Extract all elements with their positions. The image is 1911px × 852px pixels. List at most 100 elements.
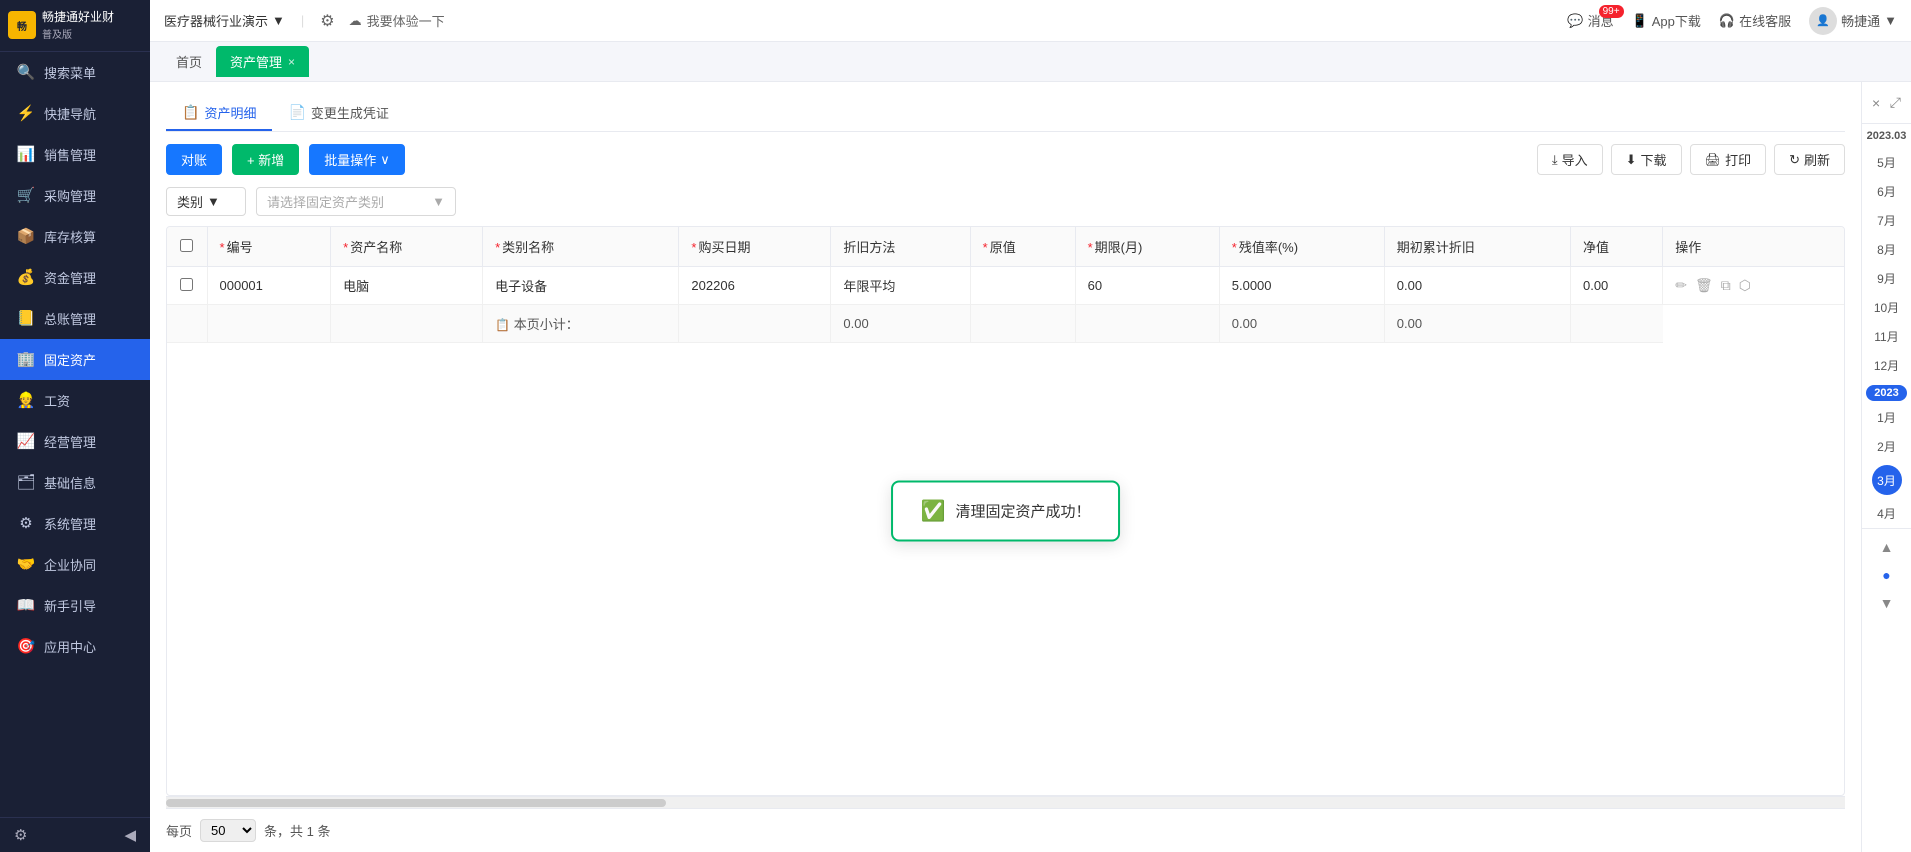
scrollbar-thumb[interactable]: [166, 799, 666, 807]
more-row-icon[interactable]: ⬡: [1739, 277, 1751, 294]
tab-close-icon[interactable]: ×: [288, 55, 295, 69]
table-header-checkbox[interactable]: [167, 227, 207, 267]
month-item-8[interactable]: 8月: [1862, 235, 1911, 264]
month-item-11[interactable]: 11月: [1862, 322, 1911, 351]
search-menu-icon: 🔍: [16, 63, 36, 81]
sidebar-item-system[interactable]: ⚙ 系统管理: [0, 503, 150, 544]
sidebar-item-finance[interactable]: 💰 资金管理: [0, 257, 150, 298]
right-panel-close-icon[interactable]: ×: [1868, 91, 1884, 115]
customer-service-button[interactable]: 🎧 在线客服: [1719, 11, 1791, 30]
messages-button[interactable]: 💬 消息 99+: [1567, 11, 1613, 30]
sidebar-item-search[interactable]: 🔍 搜索菜单: [0, 52, 150, 93]
content-area: 📋 资产明细 📄 变更生成凭证 对账 + 新增 批量操作 ∨: [150, 82, 1911, 852]
month-item-12[interactable]: 12月: [1862, 351, 1911, 380]
category-select[interactable]: 类别 ▼: [166, 187, 246, 216]
sidebar-item-inventory[interactable]: 📦 库存核算: [0, 216, 150, 257]
table-row: 000001 电脑 电子设备 202206 年限平均 60 5.0000 0.0…: [167, 267, 1844, 305]
edit-row-icon[interactable]: ✏: [1675, 277, 1687, 294]
collapse-sidebar-icon[interactable]: ◀: [124, 826, 136, 844]
month-item-6[interactable]: 6月: [1862, 177, 1911, 206]
month-item-7[interactable]: 7月: [1862, 206, 1911, 235]
sidebar-item-label: 应用中心: [44, 637, 96, 656]
panel-up-icon[interactable]: ▲: [1876, 535, 1898, 559]
tabbar: 首页 资产管理 ×: [150, 42, 1911, 82]
system-icon: ⚙: [16, 514, 36, 532]
sidebar-footer: ⚙ ◀: [0, 817, 150, 852]
reconcile-button[interactable]: 对账: [166, 144, 222, 175]
col-category: *类别名称: [483, 227, 679, 267]
message-icon: 💬: [1567, 13, 1583, 29]
sidebar-item-guide[interactable]: 📖 新手引导: [0, 585, 150, 626]
refresh-button[interactable]: ↻ 刷新: [1774, 144, 1845, 175]
sidebar-item-quick-nav[interactable]: ⚡ 快捷导航: [0, 93, 150, 134]
panel-circle-icon[interactable]: ●: [1878, 563, 1894, 587]
col-depreciation: 折旧方法: [831, 227, 970, 267]
print-button[interactable]: 🖨 打印: [1690, 144, 1767, 175]
quick-nav-icon: ⚡: [16, 104, 36, 122]
payroll-icon: 👷: [16, 391, 36, 409]
settings-footer-icon[interactable]: ⚙: [14, 826, 27, 844]
experience-button[interactable]: ☁ 我要体验一下: [349, 11, 445, 30]
month-item-9[interactable]: 9月: [1862, 264, 1911, 293]
download-label: 下载: [1641, 150, 1667, 169]
app-download-button[interactable]: 📱 App下载: [1632, 11, 1701, 30]
per-page-label: 每页: [166, 821, 192, 840]
delete-row-icon[interactable]: 🗑: [1695, 277, 1713, 294]
sidebar-item-app-center[interactable]: 🎯 应用中心: [0, 626, 150, 667]
sidebar-item-payroll[interactable]: 👷 工资: [0, 380, 150, 421]
per-page-select[interactable]: 50 10 20 100: [200, 819, 256, 842]
main-area: 医疗器械行业演示 ▼ | ⚙ ☁ 我要体验一下 💬 消息 99+ 📱 App下载…: [150, 0, 1911, 852]
batch-button[interactable]: 批量操作 ∨: [309, 144, 405, 175]
right-panel-year-label: 2023.03: [1867, 124, 1907, 148]
subtab-change-voucher[interactable]: 📄 变更生成凭证: [272, 96, 404, 131]
sidebar-item-basic-info[interactable]: 🗂 基础信息: [0, 462, 150, 503]
sidebar-item-ledger[interactable]: 📒 总账管理: [0, 298, 150, 339]
sidebar: 畅 畅捷通好业财 普及版 🔍 搜索菜单 ⚡ 快捷导航 📊 销售管理 🛒 采购管理…: [0, 0, 150, 852]
right-panel-expand-icon[interactable]: ⤢: [1886, 90, 1905, 115]
download-icon: ⬇: [1626, 152, 1637, 168]
select-all-checkbox[interactable]: [180, 239, 193, 252]
company-name: 医疗器械行业演示: [164, 11, 268, 30]
month-item-2[interactable]: 2月: [1862, 432, 1911, 461]
panel-down-icon[interactable]: ▼: [1876, 591, 1898, 615]
category-label: 类别: [177, 192, 203, 211]
company-selector[interactable]: 医疗器械行业演示 ▼: [164, 11, 285, 30]
col-residual-rate: *残值率(%): [1219, 227, 1384, 267]
messages-badge: 99+: [1599, 5, 1624, 18]
category-type-input[interactable]: 请选择固定资产类别 ▼: [256, 187, 456, 216]
sidebar-header: 畅 畅捷通好业财 普及版: [0, 0, 150, 52]
sidebar-item-fixed-assets[interactable]: 🏢 固定资产: [0, 339, 150, 380]
finance-icon: 💰: [16, 268, 36, 286]
sidebar-item-management[interactable]: 📈 经营管理: [0, 421, 150, 462]
row-select-checkbox[interactable]: [180, 278, 193, 291]
month-item-5[interactable]: 5月: [1862, 148, 1911, 177]
topbar: 医疗器械行业演示 ▼ | ⚙ ☁ 我要体验一下 💬 消息 99+ 📱 App下载…: [150, 0, 1911, 42]
user-profile[interactable]: 👤 畅捷通 ▼: [1809, 7, 1897, 35]
print-icon: 🖨: [1705, 152, 1722, 168]
cell-net-value: 0.00: [1570, 267, 1662, 305]
horizontal-scrollbar[interactable]: [166, 796, 1845, 808]
subtab-asset-detail[interactable]: 📋 资产明细: [166, 96, 272, 131]
row-checkbox[interactable]: [167, 267, 207, 305]
toast-message: 清理固定资产成功！: [955, 501, 1090, 522]
month-item-3-active[interactable]: 3月: [1872, 465, 1902, 495]
add-button[interactable]: + 新增: [232, 144, 299, 175]
download-button[interactable]: ⬇ 下载: [1611, 144, 1682, 175]
copy-row-icon[interactable]: ⧉: [1721, 277, 1731, 294]
sidebar-item-sales[interactable]: 📊 销售管理: [0, 134, 150, 175]
asset-table-wrapper: *编号 *资产名称 *类别名称 *购买日期 折旧方法 *原值 *期限(月) *残…: [166, 226, 1845, 796]
sidebar-item-enterprise[interactable]: 🤝 企业协同: [0, 544, 150, 585]
tab-home[interactable]: 首页: [166, 46, 212, 77]
month-item-10[interactable]: 10月: [1862, 293, 1911, 322]
month-item-1[interactable]: 1月: [1862, 403, 1911, 432]
reconcile-label: 对账: [181, 150, 207, 169]
sidebar-item-purchase[interactable]: 🛒 采购管理: [0, 175, 150, 216]
month-item-4[interactable]: 4月: [1862, 499, 1911, 528]
print-label: 打印: [1725, 150, 1751, 169]
sidebar-item-label: 基础信息: [44, 473, 96, 492]
tab-asset-management[interactable]: 资产管理 ×: [216, 46, 309, 77]
sidebar-item-label: 新手引导: [44, 596, 96, 615]
import-button[interactable]: ⤓ 导入: [1537, 144, 1603, 175]
topbar-settings-icon[interactable]: ⚙: [320, 11, 334, 31]
active-month-container[interactable]: 3月: [1872, 461, 1902, 499]
